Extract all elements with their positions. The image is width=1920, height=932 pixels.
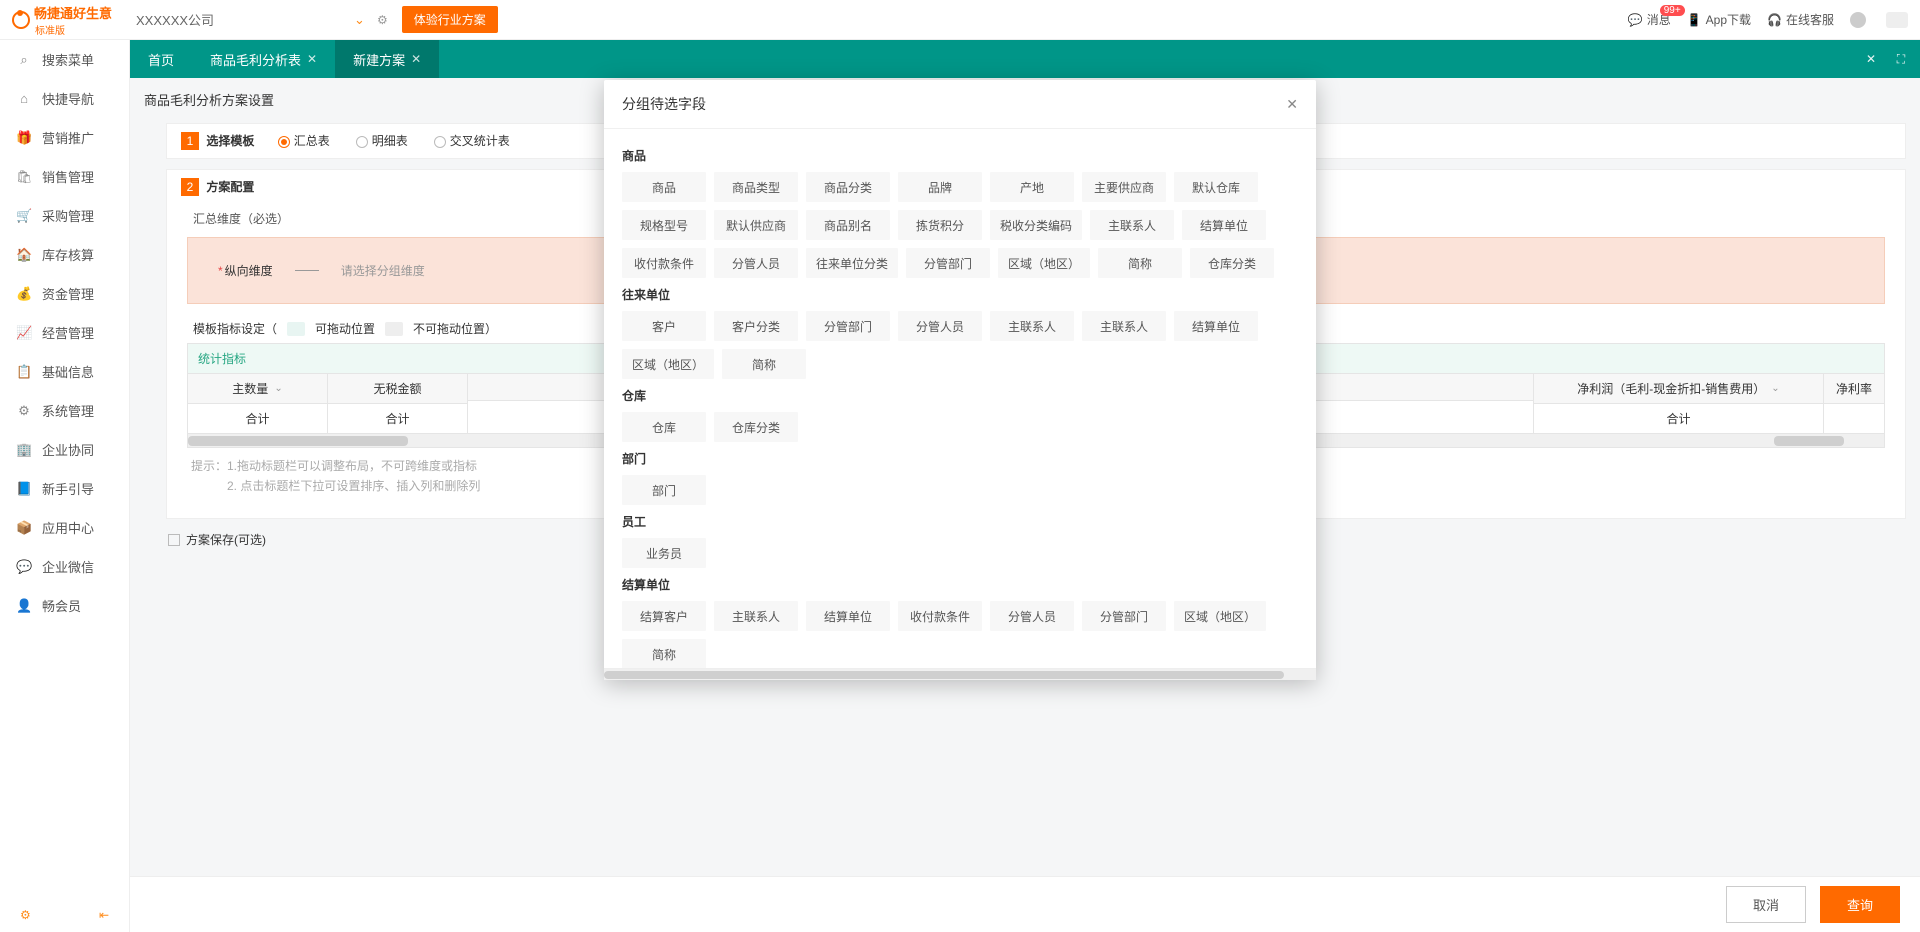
- app-header: 畅捷通好生意 标准版 XXXXXX公司 ⌄ ⚙ 体验行业方案 💬 消息 99+ …: [0, 0, 1920, 40]
- chip-group: 结算客户主联系人结算单位收付款条件分管人员分管部门区域（地区） 简称: [622, 601, 1298, 668]
- field-chip[interactable]: 客户: [622, 311, 706, 341]
- modal-section-heading: 结算单位: [622, 576, 1298, 593]
- field-chip[interactable]: 区域（地区）: [998, 248, 1090, 278]
- experience-plan-button[interactable]: 体验行业方案: [402, 6, 498, 33]
- field-chip[interactable]: 主联系人: [714, 601, 798, 631]
- field-chip[interactable]: 商品类型: [714, 172, 798, 202]
- logo-subtext: 标准版: [35, 22, 112, 37]
- field-chip[interactable]: 分管人员: [990, 601, 1074, 631]
- field-chip[interactable]: 分管人员: [714, 248, 798, 278]
- field-chip[interactable]: 商品别名: [806, 210, 890, 240]
- field-chip[interactable]: 主联系人: [1082, 311, 1166, 341]
- field-chip[interactable]: 客户分类: [714, 311, 798, 341]
- modal-section-往来单位: 往来单位客户客户分类分管部门分管人员主联系人主联系人结算单位区域（地区）简称: [622, 286, 1298, 379]
- logo: 畅捷通好生意 标准版: [12, 3, 112, 37]
- gear-icon[interactable]: ⚙: [377, 13, 388, 27]
- chip-group: 仓库仓库分类: [622, 412, 1298, 442]
- app-download-link[interactable]: 📱 App下载: [1687, 11, 1751, 28]
- company-selector[interactable]: XXXXXX公司 ⌄: [136, 10, 365, 29]
- field-chip[interactable]: 简称: [622, 639, 706, 668]
- modal-section-商品: 商品商品商品类型商品分类品牌产地主要供应商默认仓库规格型号默认供应商商品别名拣货…: [622, 147, 1298, 278]
- field-chip[interactable]: 拣货积分: [898, 210, 982, 240]
- modal-section-heading: 员工: [622, 513, 1298, 530]
- field-chip[interactable]: 区域（地区）: [1174, 601, 1266, 631]
- modal-body: 商品商品商品类型商品分类品牌产地主要供应商默认仓库规格型号默认供应商商品别名拣货…: [604, 129, 1316, 668]
- modal-title: 分组待选字段: [622, 94, 706, 114]
- field-chip[interactable]: 仓库: [622, 412, 706, 442]
- modal-header: 分组待选字段 ✕: [604, 80, 1316, 129]
- field-chip[interactable]: 主联系人: [990, 311, 1074, 341]
- modal-section-部门: 部门部门: [622, 450, 1298, 505]
- field-chip[interactable]: 主联系人: [1090, 210, 1174, 240]
- field-chip[interactable]: 结算单位: [1174, 311, 1258, 341]
- field-chip[interactable]: 简称: [722, 349, 806, 379]
- service-label: 在线客服: [1786, 11, 1834, 28]
- field-chip[interactable]: 结算单位: [1182, 210, 1266, 240]
- chip-group: 部门: [622, 475, 1298, 505]
- chip-group: 客户客户分类分管部门分管人员主联系人主联系人结算单位区域（地区）简称: [622, 311, 1298, 379]
- field-chip[interactable]: 简称: [1098, 248, 1182, 278]
- logo-text: 畅捷通好生意: [34, 3, 112, 22]
- messages-badge: 99+: [1660, 5, 1685, 16]
- field-chip[interactable]: 默认供应商: [714, 210, 798, 240]
- field-chip[interactable]: 收付款条件: [622, 248, 706, 278]
- user-menu[interactable]: [1886, 12, 1908, 28]
- field-chip[interactable]: 分管部门: [806, 311, 890, 341]
- field-chip[interactable]: 商品: [622, 172, 706, 202]
- field-chip[interactable]: 默认仓库: [1174, 172, 1258, 202]
- field-chip[interactable]: 主要供应商: [1082, 172, 1166, 202]
- group-fields-modal: 分组待选字段 ✕ 商品商品商品类型商品分类品牌产地主要供应商默认仓库规格型号默认…: [604, 80, 1316, 680]
- online-service-link[interactable]: 🎧 在线客服: [1767, 11, 1834, 28]
- modal-section-heading: 商品: [622, 147, 1298, 164]
- field-chip[interactable]: 分管部门: [1082, 601, 1166, 631]
- logo-icon: [12, 11, 30, 29]
- field-chip[interactable]: 品牌: [898, 172, 982, 202]
- messages-link[interactable]: 💬 消息 99+: [1628, 11, 1671, 28]
- modal-section-结算单位: 结算单位结算客户主联系人结算单位收付款条件分管人员分管部门区域（地区）简称: [622, 576, 1298, 668]
- field-chip[interactable]: 仓库分类: [1190, 248, 1274, 278]
- modal-section-heading: 仓库: [622, 387, 1298, 404]
- field-chip[interactable]: 分管部门: [906, 248, 990, 278]
- modal-close-icon[interactable]: ✕: [1286, 96, 1298, 113]
- modal-section-heading: 往来单位: [622, 286, 1298, 303]
- field-chip[interactable]: 业务员: [622, 538, 706, 568]
- app-download-label: App下载: [1706, 11, 1751, 28]
- modal-section-员工: 员工业务员: [622, 513, 1298, 568]
- field-chip[interactable]: 规格型号: [622, 210, 706, 240]
- message-icon: 💬: [1628, 13, 1643, 27]
- field-chip[interactable]: 结算单位: [806, 601, 890, 631]
- phone-icon: 📱: [1687, 13, 1702, 27]
- headset-icon: 🎧: [1767, 13, 1782, 27]
- avatar-icon[interactable]: [1850, 12, 1866, 28]
- field-chip[interactable]: 结算客户: [622, 601, 706, 631]
- modal-section-仓库: 仓库仓库仓库分类: [622, 387, 1298, 442]
- field-chip[interactable]: 产地: [990, 172, 1074, 202]
- modal-section-heading: 部门: [622, 450, 1298, 467]
- field-chip[interactable]: 区域（地区）: [622, 349, 714, 379]
- company-name: XXXXXX公司: [136, 10, 214, 29]
- field-chip[interactable]: 收付款条件: [898, 601, 982, 631]
- chip-group: 商品商品类型商品分类品牌产地主要供应商默认仓库规格型号默认供应商商品别名拣货积分…: [622, 172, 1298, 278]
- chevron-down-icon: ⌄: [354, 12, 365, 28]
- field-chip[interactable]: 分管人员: [898, 311, 982, 341]
- header-right: 💬 消息 99+ 📱 App下载 🎧 在线客服: [1628, 11, 1908, 28]
- field-chip[interactable]: 税收分类编码: [990, 210, 1082, 240]
- field-chip[interactable]: 部门: [622, 475, 706, 505]
- field-chip[interactable]: 往来单位分类: [806, 248, 898, 278]
- modal-h-scrollbar[interactable]: [604, 668, 1316, 680]
- chip-group: 业务员: [622, 538, 1298, 568]
- field-chip[interactable]: 商品分类: [806, 172, 890, 202]
- field-chip[interactable]: 仓库分类: [714, 412, 798, 442]
